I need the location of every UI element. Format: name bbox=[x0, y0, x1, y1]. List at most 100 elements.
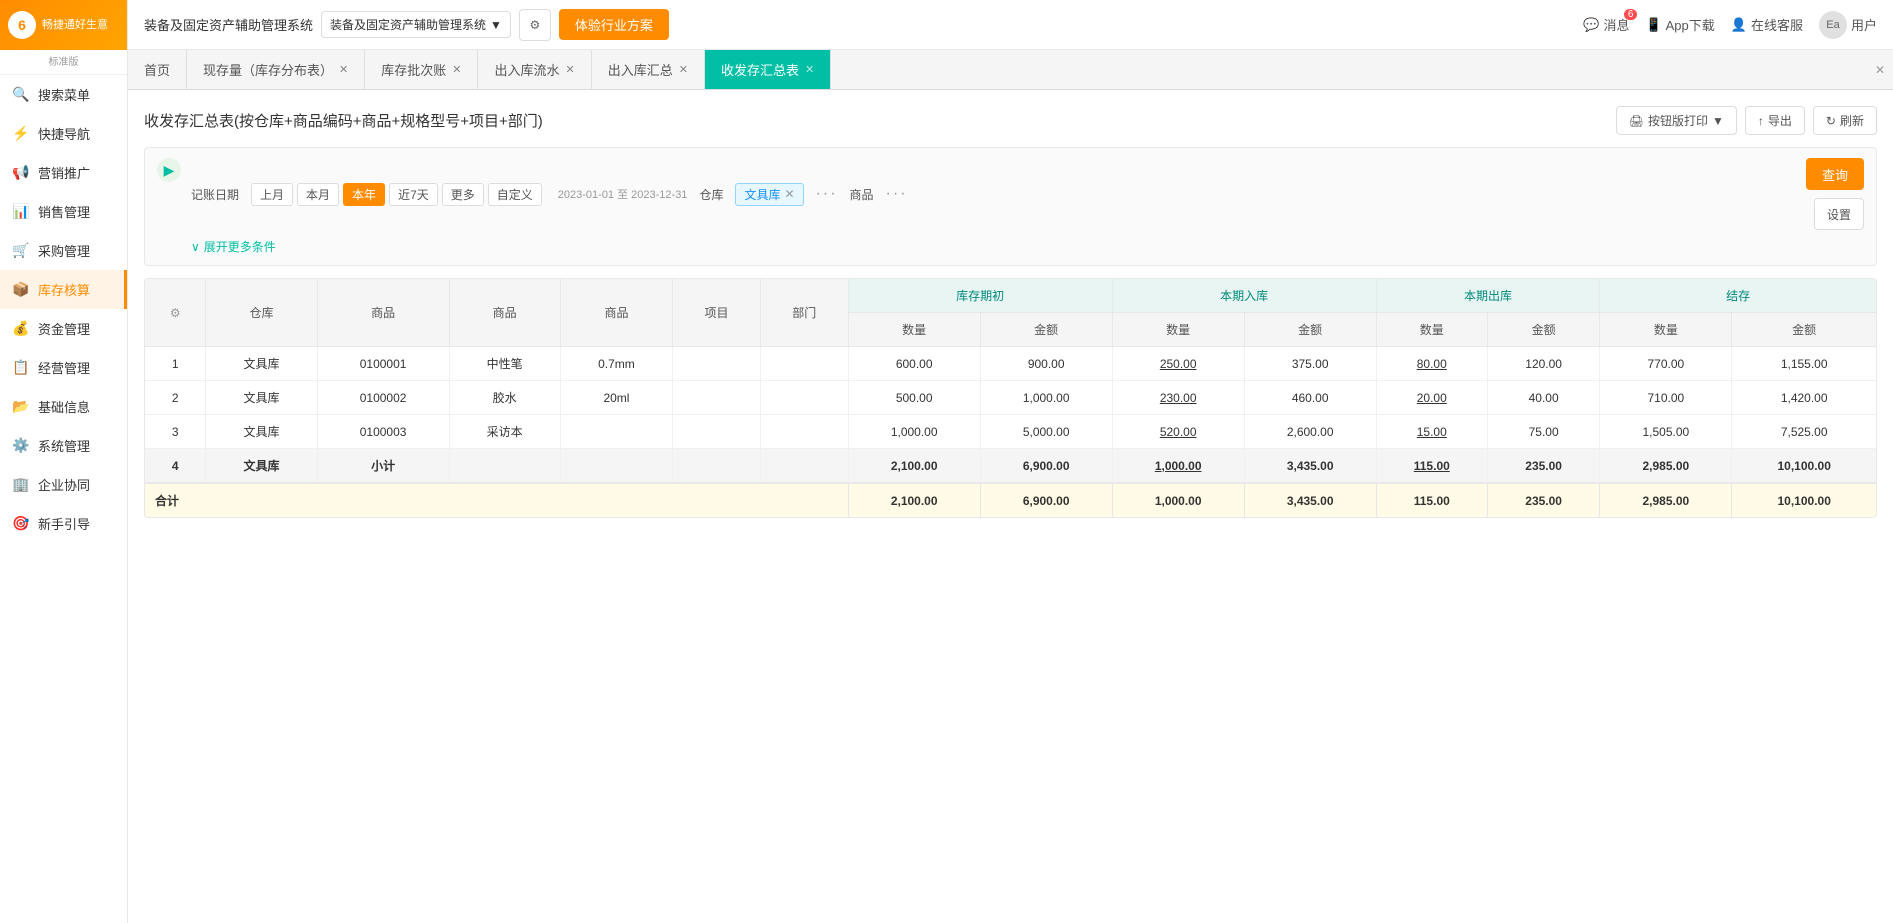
tab-recv-send[interactable]: 收发存汇总表 ✕ bbox=[705, 50, 831, 89]
filter-toggle[interactable]: ▶ bbox=[157, 158, 181, 182]
row2-out-qty-link[interactable]: 20.00 bbox=[1417, 391, 1447, 405]
sidebar-item-system[interactable]: ⚙️ 系统管理 bbox=[0, 426, 127, 465]
sidebar-item-marketing[interactable]: 📢 营销推广 bbox=[0, 153, 127, 192]
expand-conditions-btn[interactable]: ∨ 展开更多条件 bbox=[191, 238, 1864, 255]
sidebar-item-quick[interactable]: ⚡ 快捷导航 bbox=[0, 114, 127, 153]
row3-project bbox=[673, 415, 761, 449]
goods-filter-more[interactable]: ··· bbox=[886, 185, 908, 203]
print-button[interactable]: 🖨 按钮版打印 ▼ bbox=[1616, 106, 1737, 135]
tabs-close-all[interactable]: ✕ bbox=[1875, 63, 1893, 77]
warehouse-filter-value: 文具库 bbox=[744, 186, 780, 203]
row2-in-qty-link[interactable]: 230.00 bbox=[1160, 391, 1197, 405]
col-bal-qty: 数量 bbox=[1600, 313, 1732, 347]
col-bal-amt: 金额 bbox=[1732, 313, 1876, 347]
col-goods-name-header: 商品 bbox=[449, 279, 560, 347]
curr-month-btn[interactable]: 本月 bbox=[297, 183, 339, 206]
row3-out-qty-link[interactable]: 15.00 bbox=[1417, 425, 1447, 439]
subtotal-in-qty[interactable]: 1,000.00 bbox=[1112, 449, 1244, 484]
set-button[interactable]: 设置 bbox=[1814, 198, 1864, 230]
trial-button[interactable]: 体验行业方案 bbox=[559, 9, 669, 40]
tab-inout-flow[interactable]: 出入库流水 ✕ bbox=[478, 50, 591, 89]
row3-warehouse: 文具库 bbox=[206, 415, 317, 449]
custom-btn[interactable]: 自定义 bbox=[488, 183, 542, 206]
tab-inventory-dist-close[interactable]: ✕ bbox=[339, 63, 348, 76]
total-open-qty: 2,100.00 bbox=[848, 483, 980, 517]
date-buttons: 上月 本月 本年 近7天 更多 自定义 bbox=[251, 183, 542, 206]
chevron-down-icon: ▼ bbox=[490, 18, 502, 32]
system-selector[interactable]: 装备及固定资产辅助管理系统 ▼ bbox=[321, 11, 511, 38]
query-button[interactable]: 查询 bbox=[1806, 158, 1864, 190]
col-group-opening: 库存期初 bbox=[848, 279, 1112, 313]
row3-in-amt: 2,600.00 bbox=[1244, 415, 1376, 449]
base-icon: 📂 bbox=[12, 398, 30, 415]
online-service-button[interactable]: 👤 在线客服 bbox=[1731, 15, 1803, 34]
row2-open-qty: 500.00 bbox=[848, 381, 980, 415]
sidebar-item-guide[interactable]: 🎯 新手引导 bbox=[0, 504, 127, 543]
sidebar-item-operation[interactable]: 📋 经营管理 bbox=[0, 348, 127, 387]
row1-in-qty[interactable]: 250.00 bbox=[1112, 347, 1244, 381]
goods-filter-label: 商品 bbox=[850, 186, 874, 203]
settings-icon[interactable]: ⚙ bbox=[170, 306, 181, 320]
row3-goods-name: 采访本 bbox=[449, 415, 560, 449]
subtotal-bal-qty: 2,985.00 bbox=[1600, 449, 1732, 484]
row2-open-amt: 1,000.00 bbox=[980, 381, 1112, 415]
export-button[interactable]: ↑ 导出 bbox=[1745, 106, 1805, 135]
avatar: Ea bbox=[1819, 11, 1847, 39]
refresh-icon: ↻ bbox=[1826, 114, 1836, 128]
tab-batch-close[interactable]: ✕ bbox=[452, 63, 461, 76]
row1-out-qty[interactable]: 80.00 bbox=[1376, 347, 1487, 381]
row3-no: 3 bbox=[145, 415, 206, 449]
tab-inout-summary[interactable]: 出入库汇总 ✕ bbox=[592, 50, 705, 89]
warehouse-filter-remove[interactable]: ✕ bbox=[784, 187, 794, 201]
tab-home[interactable]: 首页 bbox=[128, 50, 187, 89]
system-selector-label: 装备及固定资产辅助管理系统 bbox=[330, 16, 486, 33]
warehouse-filter-label: 仓库 bbox=[699, 186, 723, 203]
tab-inout-flow-close[interactable]: ✕ bbox=[566, 63, 575, 76]
row3-out-qty[interactable]: 15.00 bbox=[1376, 415, 1487, 449]
subtotal-warehouse: 文具库 bbox=[206, 449, 317, 484]
refresh-button[interactable]: ↻ 刷新 bbox=[1813, 106, 1877, 135]
row1-out-qty-link[interactable]: 80.00 bbox=[1417, 357, 1447, 371]
row1-in-qty-link[interactable]: 250.00 bbox=[1160, 357, 1197, 371]
row3-goods-code: 0100003 bbox=[317, 415, 449, 449]
subtotal-out-qty-link[interactable]: 115.00 bbox=[1414, 459, 1450, 473]
row3-open-qty: 1,000.00 bbox=[848, 415, 980, 449]
subtotal-label: 小计 bbox=[317, 449, 449, 484]
row2-dept bbox=[760, 381, 848, 415]
page-title: 收发存汇总表(按仓库+商品编码+商品+规格型号+项目+部门) bbox=[144, 110, 543, 131]
sidebar-item-purchase[interactable]: 🛒 采购管理 bbox=[0, 231, 127, 270]
user-label: 用户 bbox=[1851, 15, 1877, 34]
curr-year-btn[interactable]: 本年 bbox=[343, 183, 385, 206]
user-menu[interactable]: Ea 用户 bbox=[1819, 11, 1877, 39]
messages-button[interactable]: 💬 消息 6 bbox=[1583, 15, 1629, 34]
sidebar-item-finance[interactable]: 💰 资金管理 bbox=[0, 309, 127, 348]
sidebar-item-label: 搜索菜单 bbox=[38, 85, 90, 104]
row2-out-qty[interactable]: 20.00 bbox=[1376, 381, 1487, 415]
more-btn[interactable]: 更多 bbox=[442, 183, 484, 206]
subtotal-out-qty[interactable]: 115.00 bbox=[1376, 449, 1487, 484]
col-settings-header[interactable]: ⚙ bbox=[145, 279, 206, 347]
row2-goods-name: 胶水 bbox=[449, 381, 560, 415]
settings-button[interactable]: ⚙ bbox=[519, 9, 551, 41]
app-download-button[interactable]: 📱 App下载 bbox=[1645, 15, 1714, 34]
sidebar-item-sales[interactable]: 📊 销售管理 bbox=[0, 192, 127, 231]
tab-inout-summary-close[interactable]: ✕ bbox=[679, 63, 688, 76]
operation-icon: 📋 bbox=[12, 359, 30, 376]
sidebar-item-base[interactable]: 📂 基础信息 bbox=[0, 387, 127, 426]
total-out-qty: 115.00 bbox=[1376, 483, 1487, 517]
row2-in-qty[interactable]: 230.00 bbox=[1112, 381, 1244, 415]
row3-in-qty[interactable]: 520.00 bbox=[1112, 415, 1244, 449]
tab-recv-send-close[interactable]: ✕ bbox=[805, 63, 814, 76]
subtotal-in-qty-link[interactable]: 1,000.00 bbox=[1155, 459, 1202, 473]
tab-inventory-dist[interactable]: 现存量（库存分布表） ✕ bbox=[187, 50, 365, 89]
row3-in-qty-link[interactable]: 520.00 bbox=[1160, 425, 1197, 439]
sidebar-item-corp[interactable]: 🏢 企业协同 bbox=[0, 465, 127, 504]
sidebar-item-search[interactable]: 🔍 搜索菜单 bbox=[0, 75, 127, 114]
sidebar-item-inventory[interactable]: 📦 库存核算 bbox=[0, 270, 127, 309]
prev-month-btn[interactable]: 上月 bbox=[251, 183, 293, 206]
table-row: 2 文具库 0100002 胶水 20ml 500.00 1,000.00 23… bbox=[145, 381, 1876, 415]
warehouse-filter-more[interactable]: ··· bbox=[816, 185, 838, 203]
7days-btn[interactable]: 近7天 bbox=[389, 183, 438, 206]
tab-batch[interactable]: 库存批次账 ✕ bbox=[365, 50, 478, 89]
col-opening-qty: 数量 bbox=[848, 313, 980, 347]
